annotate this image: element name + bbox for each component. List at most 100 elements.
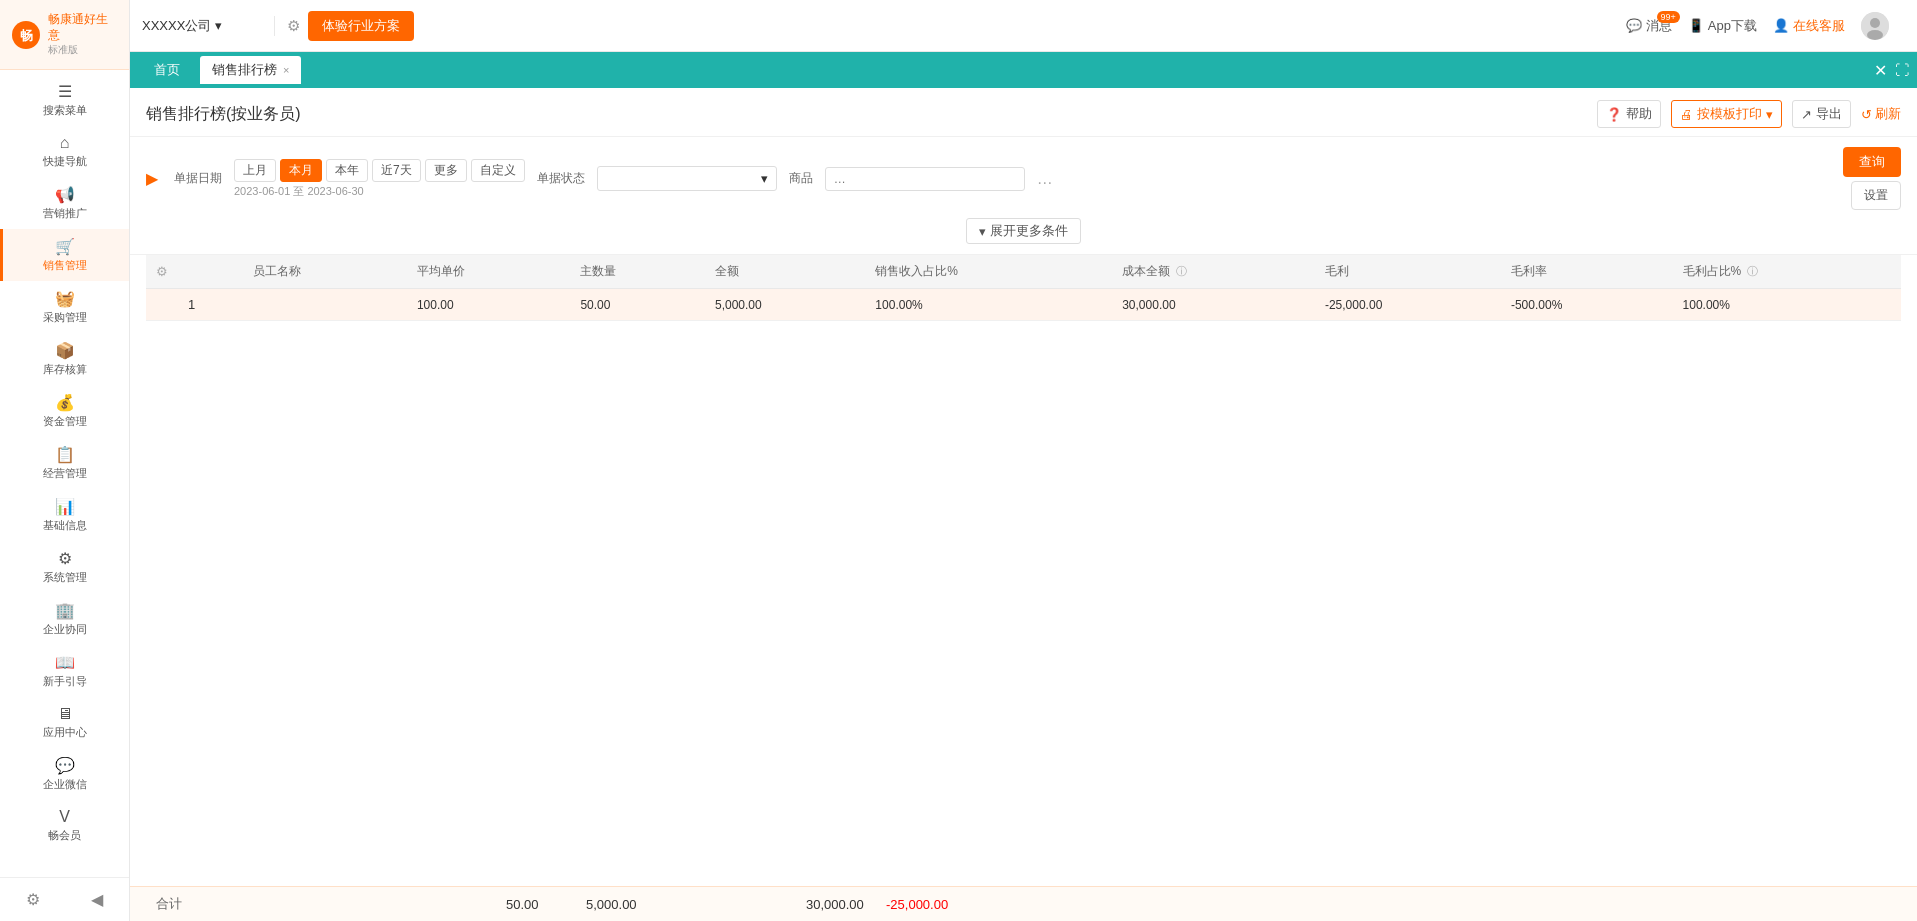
sidebar-item-purchase[interactable]: 🧺 采购管理 bbox=[0, 281, 129, 333]
status-selector[interactable]: ▾ bbox=[597, 166, 777, 191]
cost-help-icon[interactable]: ⓘ bbox=[1176, 265, 1187, 277]
date-buttons: 上月 本月 本年 近7天 更多 自定义 bbox=[234, 159, 525, 182]
sidebar-icon-purchase: 🧺 bbox=[55, 289, 75, 308]
sidebar-item-member[interactable]: V 畅会员 bbox=[0, 800, 129, 851]
sidebar-icon-sales: 🛒 bbox=[55, 237, 75, 256]
logo-icon: 畅 bbox=[10, 19, 42, 51]
print-icon: 🖨 bbox=[1680, 107, 1693, 122]
sidebar-item-inventory[interactable]: 📦 库存核算 bbox=[0, 333, 129, 385]
sidebar-icon-finance: 💰 bbox=[55, 393, 75, 412]
sidebar-item-enterprise[interactable]: 🏢 企业协同 bbox=[0, 593, 129, 645]
th-gross-profit: 毛利 bbox=[1315, 255, 1501, 289]
more-date-btn[interactable]: 更多 bbox=[425, 159, 467, 182]
footer-cells: 50.00 5,000.00 30,000.00 -25,000.00 bbox=[236, 897, 1891, 912]
sidebar-item-newbie[interactable]: 📖 新手引导 bbox=[0, 645, 129, 697]
cell-cost-0: 30,000.00 bbox=[1112, 289, 1315, 321]
refresh-button[interactable]: ↺ 刷新 bbox=[1861, 105, 1901, 123]
sidebar-item-search-order[interactable]: ☰ 搜索菜单 bbox=[0, 74, 129, 126]
th-rank bbox=[178, 255, 243, 289]
sidebar-item-shortcut[interactable]: ⌂ 快捷导航 bbox=[0, 126, 129, 177]
footer-quantity bbox=[236, 897, 496, 912]
this-month-btn[interactable]: 本月 bbox=[280, 159, 322, 182]
goods-input[interactable] bbox=[825, 167, 1025, 191]
sidebar-label-newbie: 新手引导 bbox=[43, 674, 87, 689]
query-button[interactable]: 查询 bbox=[1843, 147, 1901, 177]
tabbar-close-button[interactable]: ✕ bbox=[1874, 61, 1887, 80]
th-avg-price: 平均单价 bbox=[407, 255, 570, 289]
date-range-display: 2023-06-01 至 2023-06-30 bbox=[234, 184, 525, 199]
cell-sales-pct-0: 100.00% bbox=[865, 289, 1112, 321]
export-button[interactable]: ↗ 导出 bbox=[1792, 100, 1851, 128]
th-employee: 员工名称 bbox=[243, 255, 406, 289]
sidebar-label-sales: 销售管理 bbox=[43, 258, 87, 273]
cell-gross-0: -25,000.00 bbox=[1315, 289, 1501, 321]
sidebar-item-basic[interactable]: 📊 基础信息 bbox=[0, 489, 129, 541]
table-area: ⚙ 员工名称 平均单价 主数量 全额 销售收入占比% 成本全额 ⓘ 毛利 bbox=[130, 255, 1917, 886]
th-quantity: 主数量 bbox=[570, 255, 705, 289]
goods-more-icon[interactable]: … bbox=[1037, 170, 1053, 188]
sidebar-label-purchase: 采购管理 bbox=[43, 310, 87, 325]
online-service-btn[interactable]: 👤 在线客服 bbox=[1773, 17, 1845, 35]
company-name: XXXXX公司 bbox=[142, 17, 211, 35]
sidebar-settings-btn[interactable]: ⚙ bbox=[22, 886, 44, 913]
custom-date-btn[interactable]: 自定义 bbox=[471, 159, 525, 182]
user-avatar[interactable] bbox=[1861, 12, 1889, 40]
cell-amount-0: 5,000.00 bbox=[705, 289, 865, 321]
sidebar-collapse-btn[interactable]: ◀ bbox=[87, 886, 107, 913]
content-area: 销售排行榜(按业务员) ❓ 帮助 🖨 按模板打印 ▾ ↗ 导出 ↺ 刷新 bbox=[130, 88, 1917, 921]
message-badge: 99+ bbox=[1657, 11, 1680, 23]
app-download-btn[interactable]: 📱 App下载 bbox=[1688, 17, 1757, 35]
cell-quantity-0: 50.00 bbox=[570, 289, 705, 321]
tab-close-icon[interactable]: × bbox=[283, 64, 289, 76]
data-table: ⚙ 员工名称 平均单价 主数量 全额 销售收入占比% 成本全额 ⓘ 毛利 bbox=[146, 255, 1901, 321]
sidebar-bottom: ⚙ ◀ bbox=[0, 877, 129, 921]
setting-button[interactable]: 设置 bbox=[1851, 181, 1901, 210]
print-button[interactable]: 🖨 按模板打印 ▾ bbox=[1671, 100, 1782, 128]
expand-row: ▾ 展开更多条件 bbox=[146, 218, 1901, 244]
sidebar-label-finance: 资金管理 bbox=[43, 414, 87, 429]
sidebar-item-operation[interactable]: 📋 经营管理 bbox=[0, 437, 129, 489]
company-selector[interactable]: XXXXX公司 ▾ bbox=[142, 17, 262, 35]
sidebar-item-marketing[interactable]: 📢 营销推广 bbox=[0, 177, 129, 229]
last-7-days-btn[interactable]: 近7天 bbox=[372, 159, 421, 182]
tabbar-expand-button[interactable]: ⛶ bbox=[1895, 62, 1909, 78]
sidebar-label-system: 系统管理 bbox=[43, 570, 87, 585]
topbar-right: 💬 消息 99+ 📱 App下载 👤 在线客服 bbox=[1626, 12, 1905, 40]
last-month-btn[interactable]: 上月 bbox=[234, 159, 276, 182]
sidebar-label-operation: 经营管理 bbox=[43, 466, 87, 481]
footer-spacer bbox=[656, 897, 796, 912]
sidebar-item-app-center[interactable]: 🖥 应用中心 bbox=[0, 697, 129, 748]
footer-amount-val: 5,000.00 bbox=[576, 897, 656, 912]
help-button[interactable]: ❓ 帮助 bbox=[1597, 100, 1661, 128]
cell-avg-price-0: 100.00 bbox=[407, 289, 570, 321]
sidebar-item-wechat[interactable]: 💬 企业微信 bbox=[0, 748, 129, 800]
filter-expand-arrow[interactable]: ▶ bbox=[146, 169, 158, 188]
tab-sales-ranking[interactable]: 销售排行榜 × bbox=[200, 56, 301, 84]
page-header: 销售排行榜(按业务员) ❓ 帮助 🖨 按模板打印 ▾ ↗ 导出 ↺ 刷新 bbox=[130, 88, 1917, 137]
service-label: 在线客服 bbox=[1793, 17, 1845, 35]
th-settings: ⚙ bbox=[146, 255, 178, 289]
sidebar-icon-marketing: 📢 bbox=[55, 185, 75, 204]
gross-pct-help-icon[interactable]: ⓘ bbox=[1747, 265, 1758, 277]
sidebar-icon-system: ⚙ bbox=[58, 549, 72, 568]
sidebar-label-basic: 基础信息 bbox=[43, 518, 87, 533]
table-footer: 合计 50.00 5,000.00 30,000.00 -25,000.00 bbox=[130, 886, 1917, 921]
cell-rank-0: 1 bbox=[178, 289, 243, 321]
sidebar-icon-shortcut: ⌂ bbox=[60, 134, 70, 152]
export-icon: ↗ bbox=[1801, 107, 1812, 122]
tab-home[interactable]: 首页 bbox=[138, 52, 196, 88]
filter-bar: ▶ 单据日期 上月 本月 本年 近7天 更多 自定义 2023-06-01 至 … bbox=[130, 137, 1917, 255]
trial-button[interactable]: 体验行业方案 bbox=[308, 11, 414, 41]
footer-cost-val: 30,000.00 bbox=[796, 897, 876, 912]
message-btn[interactable]: 💬 消息 99+ bbox=[1626, 17, 1672, 35]
column-settings-icon[interactable]: ⚙ bbox=[156, 264, 168, 279]
page-actions: ❓ 帮助 🖨 按模板打印 ▾ ↗ 导出 ↺ 刷新 bbox=[1597, 100, 1901, 128]
sidebar-label-app-center: 应用中心 bbox=[43, 725, 87, 740]
topbar-settings-icon[interactable]: ⚙ bbox=[287, 17, 300, 35]
page-title: 销售排行榜(按业务员) bbox=[146, 104, 301, 125]
sidebar-item-system[interactable]: ⚙ 系统管理 bbox=[0, 541, 129, 593]
sidebar-item-sales[interactable]: 🛒 销售管理 bbox=[0, 229, 129, 281]
sidebar-item-finance[interactable]: 💰 资金管理 bbox=[0, 385, 129, 437]
expand-more-btn[interactable]: ▾ 展开更多条件 bbox=[966, 218, 1081, 244]
this-year-btn[interactable]: 本年 bbox=[326, 159, 368, 182]
